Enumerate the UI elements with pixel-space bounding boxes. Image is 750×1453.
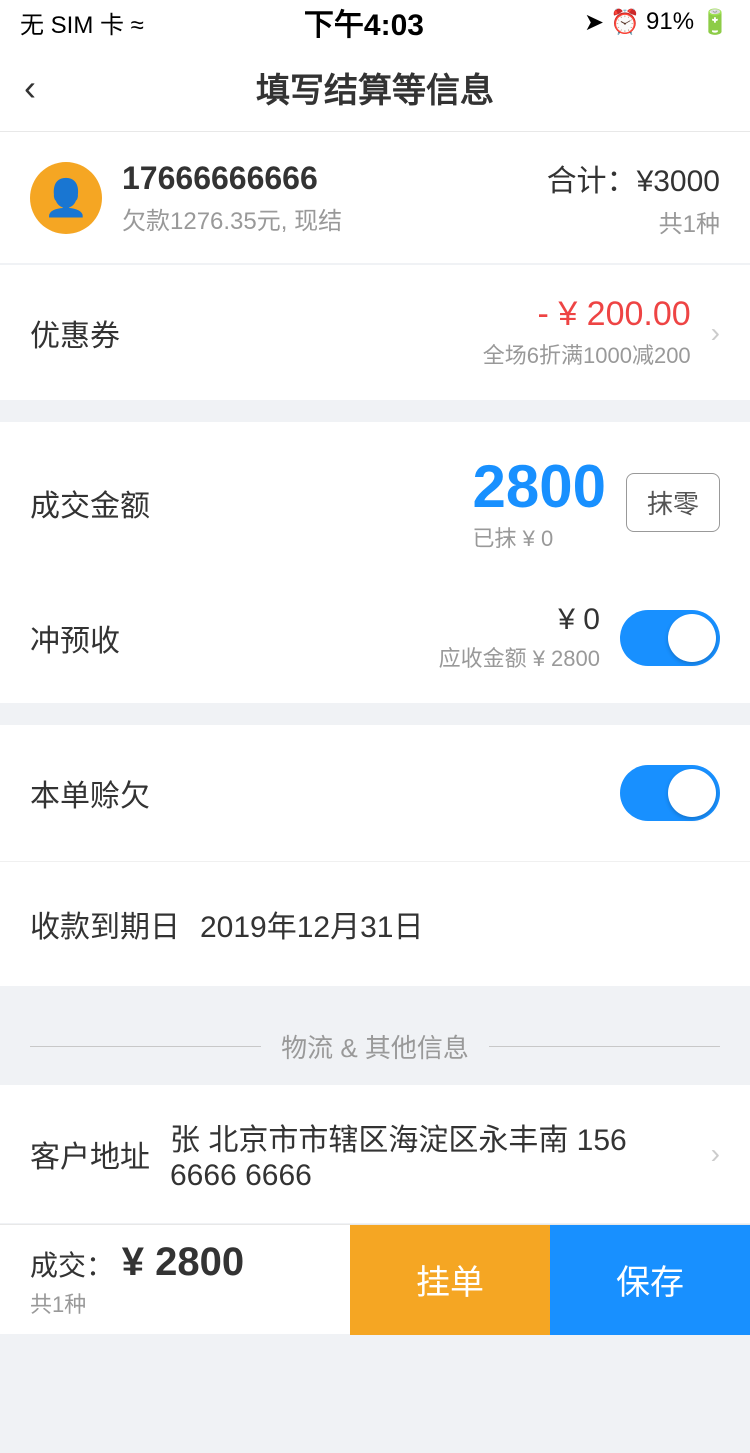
pre-collect-main-amount: ¥ 0 (439, 603, 600, 637)
round-zero-button[interactable]: 抹零 (626, 473, 720, 532)
battery-text: 91% (646, 8, 694, 36)
user-phone: 17666666666 (122, 160, 342, 197)
coupon-label: 优惠券 (30, 311, 120, 355)
user-count: 共1种 (547, 204, 720, 239)
pre-collect-amounts: ¥ 0 应收金额 ¥ 2800 (439, 603, 600, 673)
coupon-sub: 全场6折满1000减200 (483, 338, 691, 370)
bottom-deal-line: 成交： ¥ 2800 (30, 1240, 320, 1285)
pre-collect-sub-amount: 应收金额 ¥ 2800 (439, 641, 600, 673)
nav-bar: ‹ 填写结算等信息 (0, 44, 750, 132)
page-title: 填写结算等信息 (256, 63, 494, 112)
logistics-divider-text: 物流 & 其他信息 (281, 1028, 469, 1065)
divider-1 (0, 402, 750, 422)
debt-section: 本单赊欠 收款到期日 2019年12月31日 (0, 725, 750, 986)
pre-collect-right: ¥ 0 应收金额 ¥ 2800 (439, 603, 720, 673)
user-sub: 欠款1276.35元, 现结 (122, 201, 342, 236)
debt-toggle[interactable] (620, 765, 720, 821)
address-label: 客户地址 (30, 1132, 150, 1176)
total-value: ¥3000 (637, 165, 720, 198)
address-value: 张 北京市市辖区海淀区永丰南 156 6666 6666 (170, 1115, 701, 1193)
status-bar: 无 SIM 卡 ≈ 下午4:03 ➤ ⏰ 91% 🔋 (0, 0, 750, 44)
pre-collect-row: 冲预收 ¥ 0 应收金额 ¥ 2800 (0, 583, 750, 703)
deal-amount-row: 成交金额 2800 已抹 ¥ 0 抹零 (0, 422, 750, 583)
logistics-divider: 物流 & 其他信息 (0, 1008, 750, 1085)
address-row[interactable]: 客户地址 张 北京市市辖区海淀区永丰南 156 6666 6666 › (0, 1085, 750, 1223)
deal-amount-sub: 已抹 ¥ 0 (473, 521, 606, 553)
user-avatar: 👤 (30, 162, 102, 234)
coupon-row[interactable]: 优惠券 - ¥ 200.00 全场6折满1000减200 › (0, 265, 750, 400)
status-left: 无 SIM 卡 ≈ (20, 5, 144, 40)
back-button[interactable]: ‹ (24, 67, 36, 109)
status-time: 下午4:03 (304, 0, 424, 44)
user-left: 👤 17666666666 欠款1276.35元, 现结 (30, 160, 342, 236)
battery-icon: 🔋 (700, 8, 730, 37)
sim-text: 无 SIM 卡 ≈ (20, 5, 144, 40)
coupon-chevron-icon: › (711, 317, 720, 349)
bottom-bar: 成交： ¥ 2800 共1种 挂单 保存 (0, 1224, 750, 1334)
divider-2 (0, 705, 750, 725)
deal-right: 2800 已抹 ¥ 0 抹零 (473, 452, 721, 553)
coupon-section: 优惠券 - ¥ 200.00 全场6折满1000减200 › (0, 265, 750, 400)
date-label: 收款到期日 (30, 902, 180, 946)
save-button[interactable]: 保存 (550, 1225, 750, 1335)
coupon-discount: - ¥ 200.00 (483, 295, 691, 334)
divider-line-left (30, 1046, 261, 1047)
date-row: 收款到期日 2019年12月31日 (0, 861, 750, 986)
divider-3 (0, 988, 750, 1008)
user-info: 17666666666 欠款1276.35元, 现结 (122, 160, 342, 236)
bottom-deal-value: ¥ 2800 (122, 1240, 244, 1284)
pre-collect-toggle-knob (668, 614, 716, 662)
avatar-icon: 👤 (44, 177, 89, 219)
divider-line-right (489, 1046, 720, 1047)
deal-amount-value: 2800 (473, 452, 606, 521)
status-right: ➤ ⏰ 91% 🔋 (584, 8, 730, 37)
debt-toggle-knob (668, 769, 716, 817)
pre-collect-label: 冲预收 (30, 616, 120, 660)
address-chevron-icon: › (711, 1138, 720, 1170)
hold-button[interactable]: 挂单 (350, 1225, 550, 1335)
user-right: 合计：¥3000 共1种 (547, 156, 720, 239)
alarm-icon: ⏰ (610, 8, 640, 37)
debt-label: 本单赊欠 (30, 771, 150, 815)
bottom-deal-count: 共1种 (30, 1287, 320, 1319)
user-total: 合计：¥3000 (547, 156, 720, 200)
deal-amount-label: 成交金额 (30, 481, 150, 525)
total-label: 合计： (547, 165, 637, 198)
debt-row: 本单赊欠 (0, 725, 750, 861)
bottom-deal-label: 成交： (30, 1250, 114, 1281)
bottom-summary: 成交： ¥ 2800 共1种 (0, 1240, 350, 1319)
user-card: 👤 17666666666 欠款1276.35元, 现结 合计：¥3000 共1… (0, 132, 750, 263)
pre-collect-toggle[interactable] (620, 610, 720, 666)
location-icon: ➤ (584, 8, 604, 37)
date-value: 2019年12月31日 (200, 902, 423, 946)
deal-amount-section: 成交金额 2800 已抹 ¥ 0 抹零 冲预收 ¥ 0 应收金额 ¥ 2800 (0, 422, 750, 703)
